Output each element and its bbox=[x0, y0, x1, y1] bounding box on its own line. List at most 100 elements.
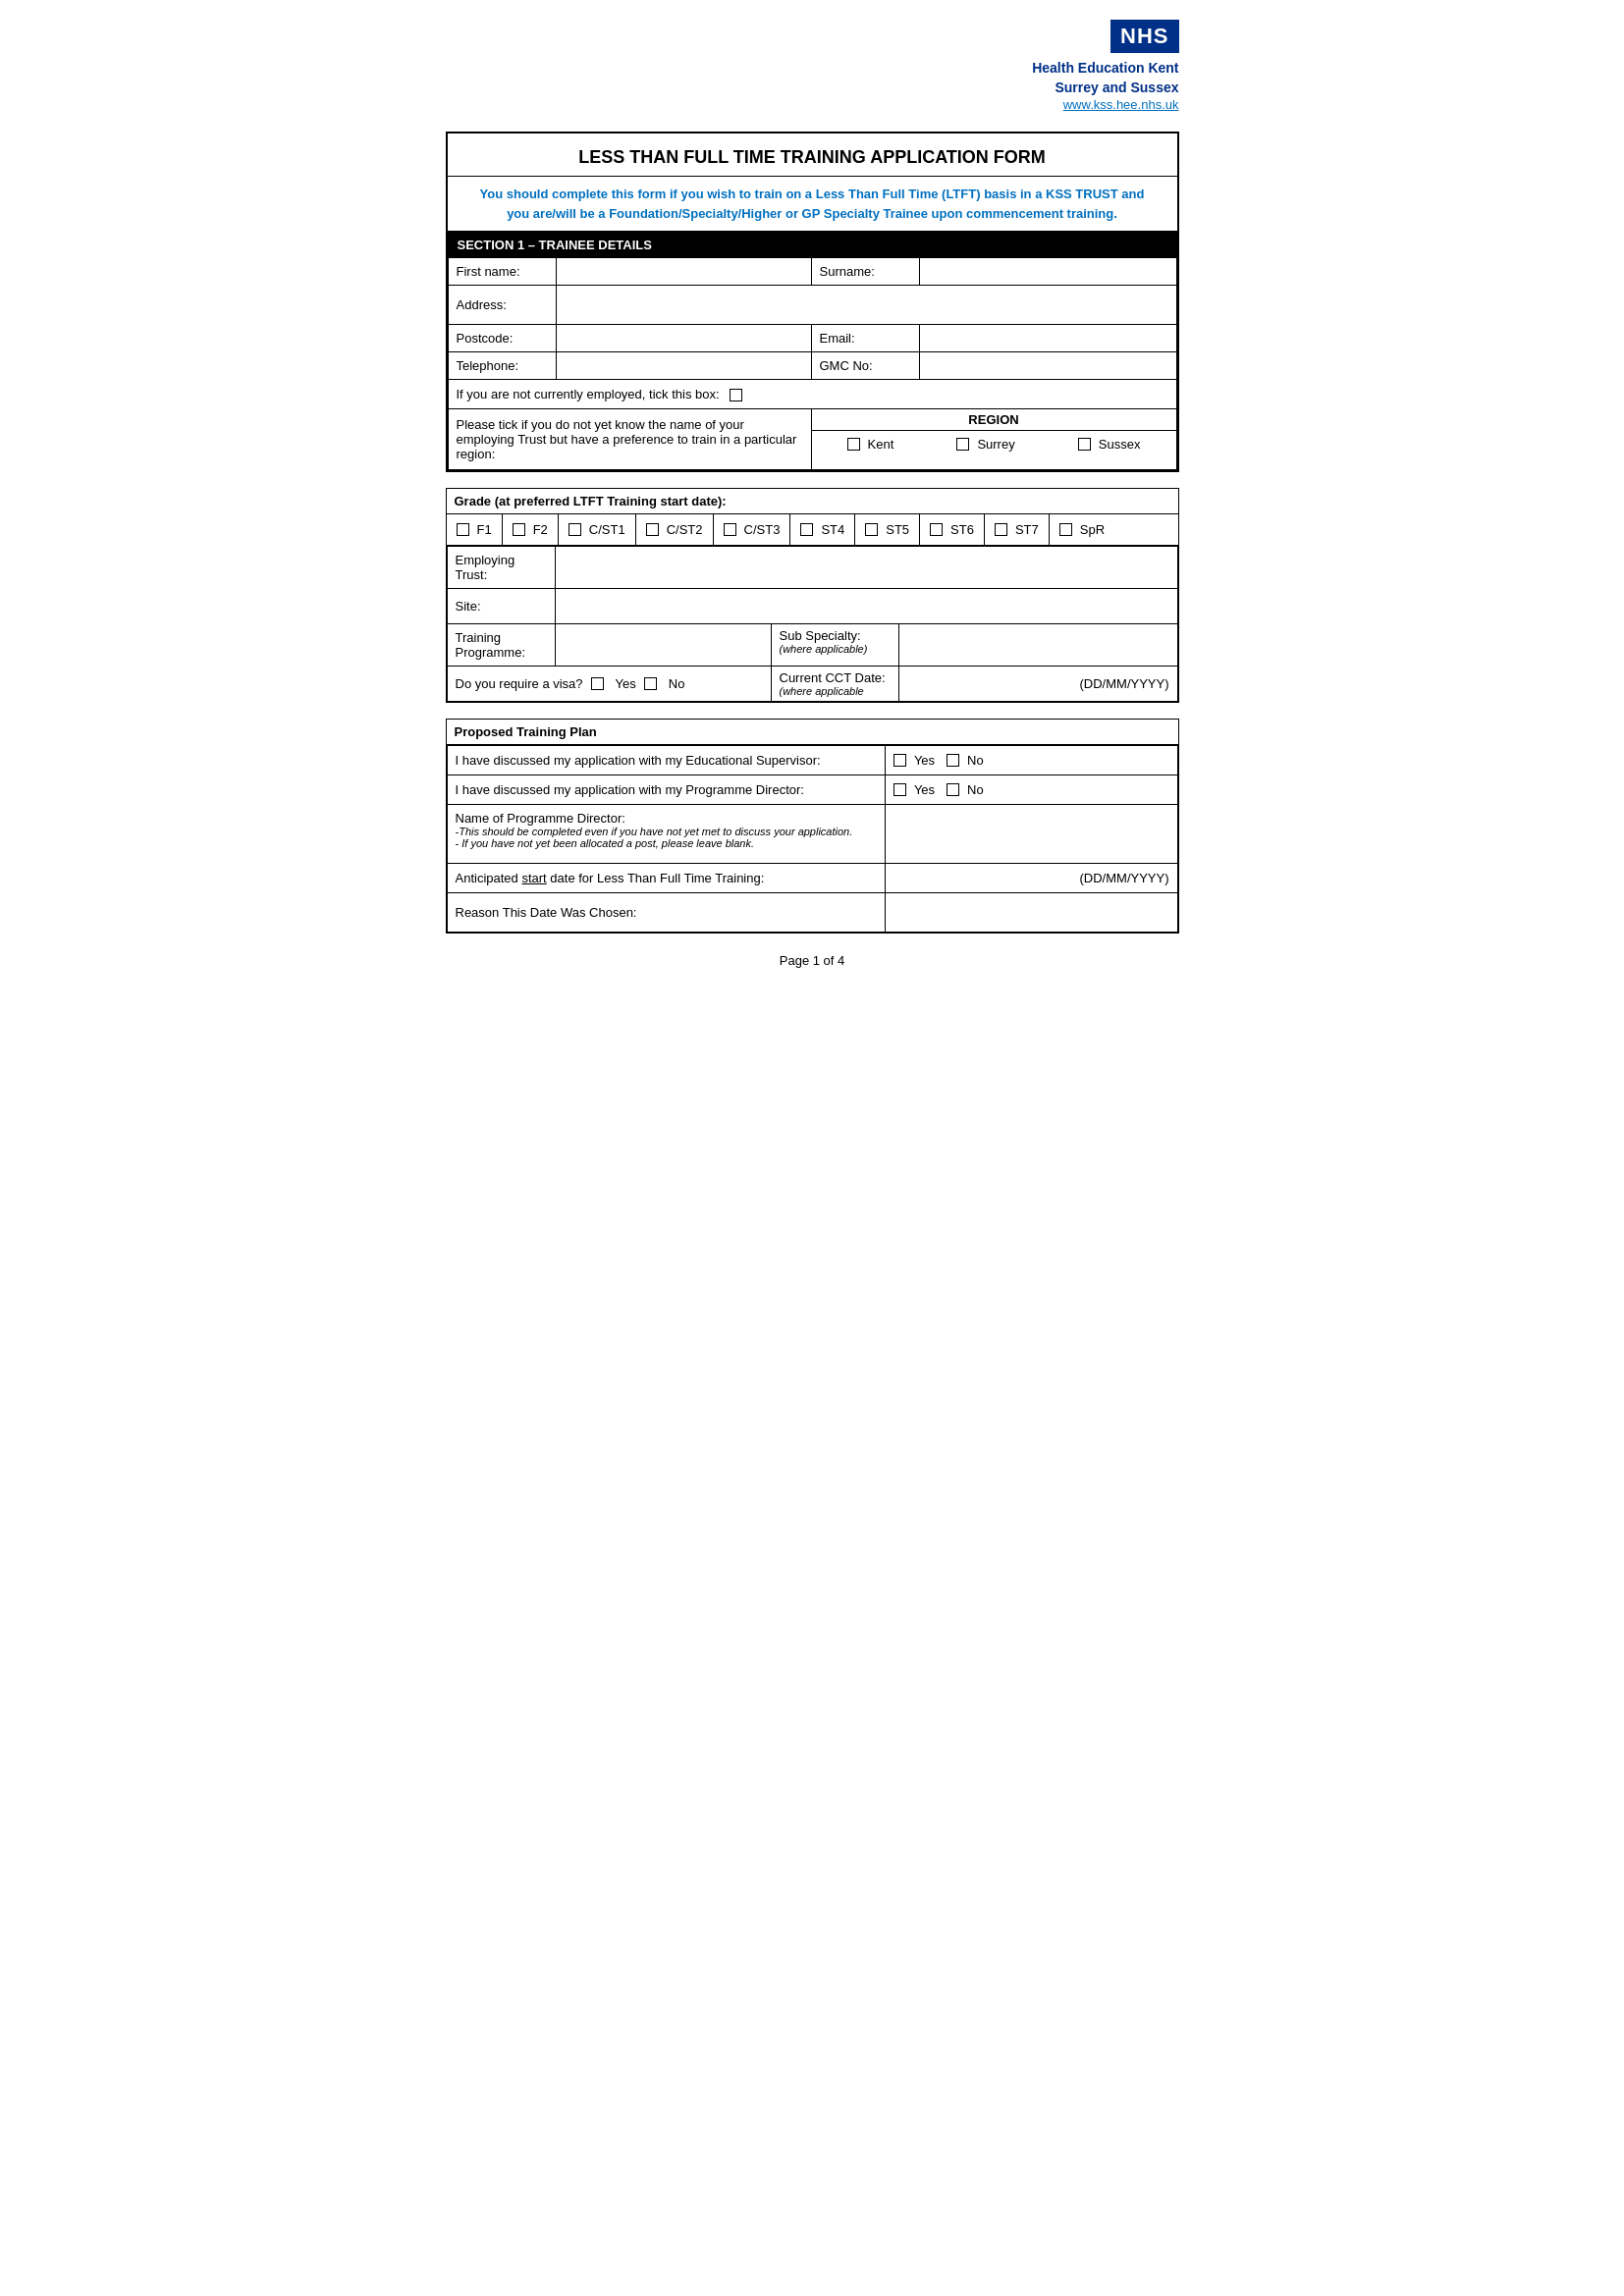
edu-yes-label: Yes bbox=[914, 753, 935, 768]
region-text: Please tick if you do not yet know the n… bbox=[457, 417, 797, 461]
visa-no-checkbox[interactable] bbox=[644, 677, 657, 690]
org-name-line2: Surrey and Sussex bbox=[446, 79, 1179, 98]
grade-st5-checkbox[interactable] bbox=[865, 523, 878, 536]
surrey-option: Surrey bbox=[956, 437, 1014, 452]
visa-cell: Do you require a visa? Yes No bbox=[447, 667, 771, 702]
grade-cst1: C/ST1 bbox=[559, 514, 636, 545]
grade-cst1-label: C/ST1 bbox=[589, 522, 625, 537]
employment-table: EmployingTrust: Site: TrainingProgramme:… bbox=[447, 546, 1178, 702]
edu-no-checkbox[interactable] bbox=[947, 754, 959, 767]
employing-trust-value[interactable] bbox=[555, 547, 1177, 589]
grade-cst1-checkbox[interactable] bbox=[568, 523, 581, 536]
surrey-checkbox[interactable] bbox=[956, 438, 969, 451]
pd-no-item: No bbox=[947, 782, 984, 797]
region-options: Kent Surrey Sussex bbox=[812, 431, 1176, 457]
programme-director-yes-no: Yes No bbox=[885, 775, 1177, 805]
grade-cst2-checkbox[interactable] bbox=[646, 523, 659, 536]
pd-yes-checkbox[interactable] bbox=[893, 783, 906, 796]
training-plan-section: Proposed Training Plan I have discussed … bbox=[446, 719, 1179, 934]
region-row: Please tick if you do not yet know the n… bbox=[448, 409, 1176, 470]
page-footer: Page 1 of 4 bbox=[446, 953, 1179, 968]
cct-label: Current CCT Date: bbox=[780, 670, 891, 685]
surname-label: Surname: bbox=[811, 258, 919, 286]
training-programme-row: TrainingProgramme: Sub Specialty: (where… bbox=[447, 624, 1177, 667]
grade-cst3: C/ST3 bbox=[714, 514, 791, 545]
address-label: Address: bbox=[448, 286, 556, 325]
page-info: Page 1 of 4 bbox=[780, 953, 845, 968]
form-title: LESS THAN FULL TIME TRAINING APPLICATION… bbox=[448, 133, 1177, 177]
postcode-label: Postcode: bbox=[448, 325, 556, 352]
grade-st4-label: ST4 bbox=[821, 522, 844, 537]
cct-value[interactable]: (DD/MM/YYYY) bbox=[898, 667, 1177, 702]
application-form: LESS THAN FULL TIME TRAINING APPLICATION… bbox=[446, 132, 1179, 472]
nhs-header: NHS bbox=[446, 20, 1179, 53]
email-value[interactable] bbox=[919, 325, 1176, 352]
pd-yes-label: Yes bbox=[914, 782, 935, 797]
sub-specialty-value[interactable] bbox=[898, 624, 1177, 667]
grade-cst2-label: C/ST2 bbox=[667, 522, 703, 537]
grade-st4: ST4 bbox=[790, 514, 855, 545]
grade-spr-label: SpR bbox=[1080, 522, 1105, 537]
grade-cst3-checkbox[interactable] bbox=[724, 523, 736, 536]
sub-specialty-label-cell: Sub Specialty: (where applicable) bbox=[771, 624, 898, 667]
pd-no-label: No bbox=[967, 782, 984, 797]
grade-checkboxes: F1 F2 C/ST1 C/ST2 C/ST3 ST4 ST5 ST6 bbox=[447, 514, 1178, 546]
sub-specialty-note: (where applicable) bbox=[780, 643, 891, 655]
pd-yes-item: Yes bbox=[893, 782, 935, 797]
pd-no-checkbox[interactable] bbox=[947, 783, 959, 796]
grade-st5-label: ST5 bbox=[886, 522, 909, 537]
telephone-label: Telephone: bbox=[448, 352, 556, 380]
visa-yes-checkbox[interactable] bbox=[591, 677, 604, 690]
training-programme-value[interactable] bbox=[555, 624, 771, 667]
sussex-option: Sussex bbox=[1078, 437, 1141, 452]
grade-st7: ST7 bbox=[985, 514, 1050, 545]
kent-checkbox[interactable] bbox=[847, 438, 860, 451]
anticipated-start-format: (DD/MM/YYYY) bbox=[1080, 871, 1169, 885]
telephone-row: Telephone: GMC No: bbox=[448, 352, 1176, 380]
not-employed-text: If you are not currently employed, tick … bbox=[457, 387, 720, 401]
form-subtitle: You should complete this form if you wis… bbox=[448, 177, 1177, 233]
grade-st7-checkbox[interactable] bbox=[995, 523, 1007, 536]
address-value[interactable] bbox=[556, 286, 1176, 325]
educational-supervisor-yes-no: Yes No bbox=[885, 746, 1177, 775]
grade-section: Grade (at preferred LTFT Training start … bbox=[446, 488, 1179, 703]
site-value[interactable] bbox=[555, 589, 1177, 624]
org-url: www.kss.hee.nhs.uk bbox=[446, 97, 1179, 112]
postcode-value[interactable] bbox=[556, 325, 811, 352]
cct-note: (where applicable bbox=[780, 685, 891, 697]
grade-f1-label: F1 bbox=[477, 522, 492, 537]
region-options-cell: REGION Kent Surrey Sussex bbox=[811, 409, 1176, 470]
training-plan-table: I have discussed my application with my … bbox=[447, 745, 1178, 933]
sussex-label: Sussex bbox=[1099, 437, 1141, 452]
grade-f1-checkbox[interactable] bbox=[457, 523, 469, 536]
kent-option: Kent bbox=[847, 437, 894, 452]
not-employed-row: If you are not currently employed, tick … bbox=[448, 380, 1176, 409]
first-name-value[interactable] bbox=[556, 258, 811, 286]
grade-spr-checkbox[interactable] bbox=[1059, 523, 1072, 536]
edu-yes-checkbox[interactable] bbox=[893, 754, 906, 767]
gmc-label: GMC No: bbox=[811, 352, 919, 380]
address-row: Address: bbox=[448, 286, 1176, 325]
prog-director-name-row: Name of Programme Director: -This should… bbox=[447, 805, 1177, 864]
grade-st6: ST6 bbox=[920, 514, 985, 545]
prog-director-name-note2: - If you have not yet been allocated a p… bbox=[456, 837, 877, 849]
grade-f2: F2 bbox=[503, 514, 559, 545]
reason-value[interactable] bbox=[885, 893, 1177, 933]
grade-st4-checkbox[interactable] bbox=[800, 523, 813, 536]
prog-director-name-value[interactable] bbox=[885, 805, 1177, 864]
telephone-value[interactable] bbox=[556, 352, 811, 380]
gmc-value[interactable] bbox=[919, 352, 1176, 380]
anticipated-start-suffix: date for Less Than Full Time Training: bbox=[547, 871, 765, 885]
sussex-checkbox[interactable] bbox=[1078, 438, 1091, 451]
surname-value[interactable] bbox=[919, 258, 1176, 286]
not-employed-checkbox[interactable] bbox=[730, 389, 742, 401]
reason-row: Reason This Date Was Chosen: bbox=[447, 893, 1177, 933]
anticipated-start-value[interactable]: (DD/MM/YYYY) bbox=[885, 864, 1177, 893]
grade-st6-checkbox[interactable] bbox=[930, 523, 943, 536]
trainee-details-table: First name: Surname: Address: Postcode: … bbox=[448, 257, 1177, 470]
grade-f2-label: F2 bbox=[533, 522, 548, 537]
employing-trust-label: EmployingTrust: bbox=[447, 547, 555, 589]
grade-header: Grade (at preferred LTFT Training start … bbox=[447, 489, 1178, 514]
grade-f2-checkbox[interactable] bbox=[513, 523, 525, 536]
section1-header: SECTION 1 – TRAINEE DETAILS bbox=[448, 233, 1177, 257]
